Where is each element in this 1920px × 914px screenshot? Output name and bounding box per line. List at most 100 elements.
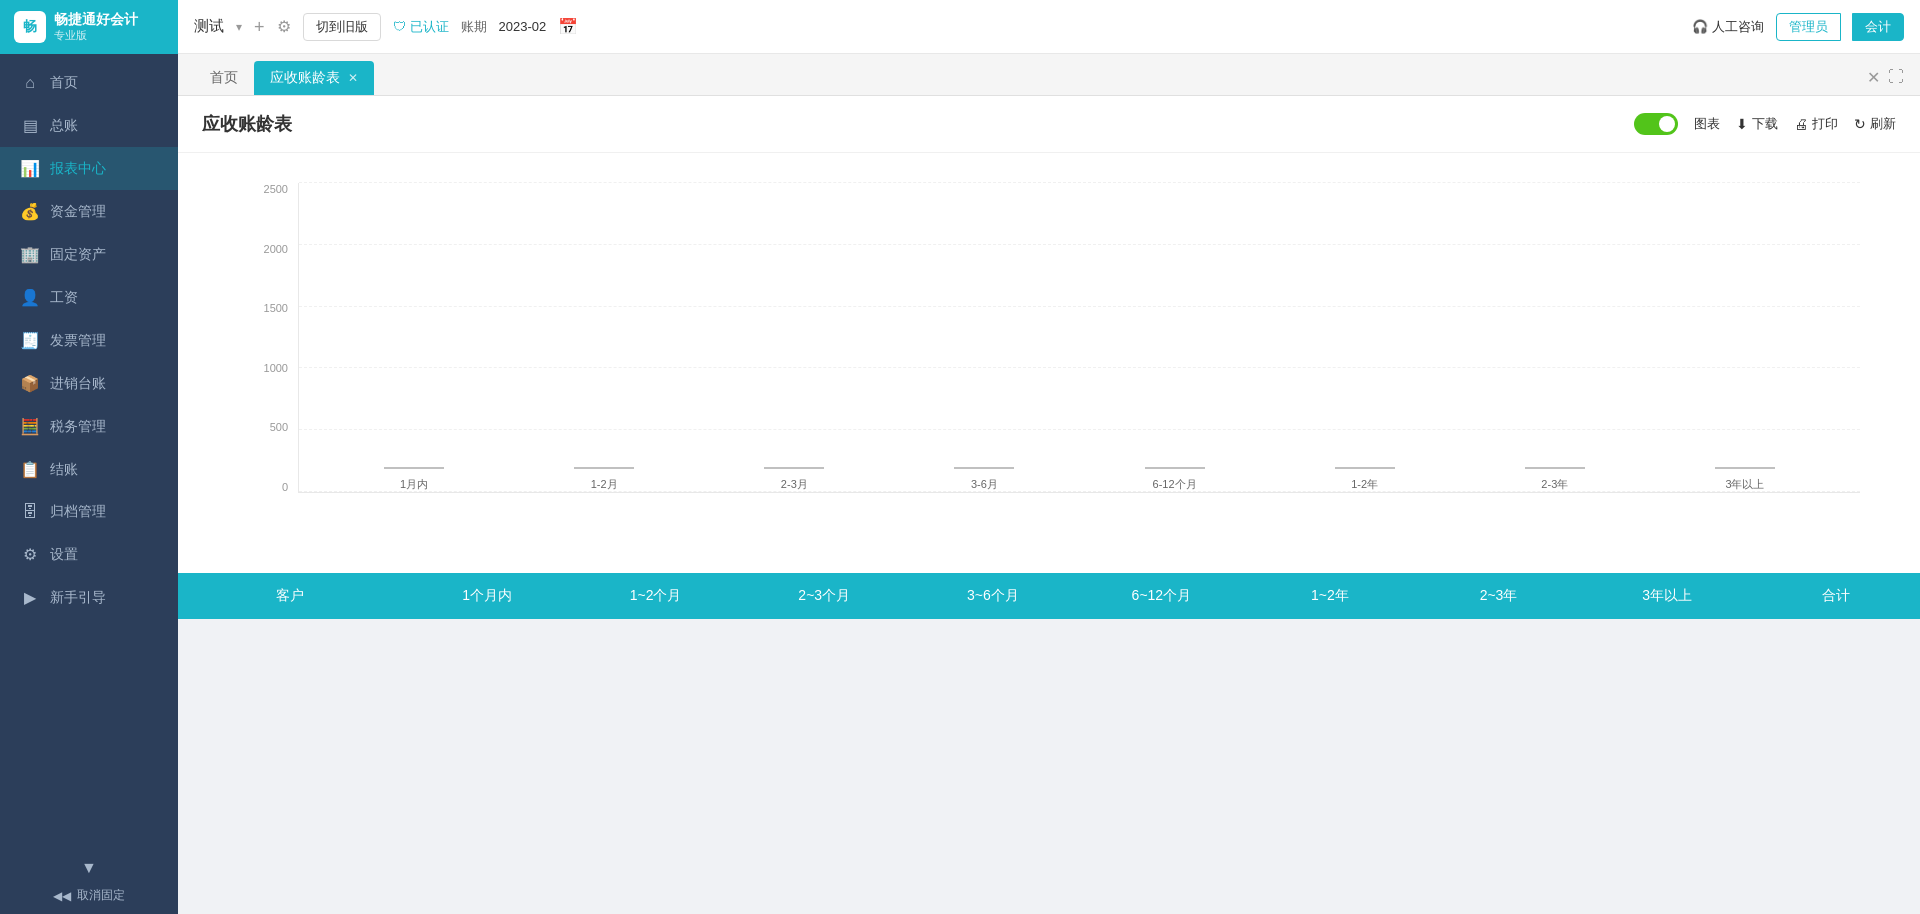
sidebar-item-label: 总账 [50, 117, 78, 135]
bar-group-1-2m: 1-2月 [509, 467, 699, 492]
sidebar-item-funds[interactable]: 💰 资金管理 [0, 190, 178, 233]
chart-area: 0 500 1000 1500 2000 2500 [178, 153, 1920, 573]
sidebar-item-label: 资金管理 [50, 203, 106, 221]
sidebar-item-closing[interactable]: 📋 结账 [0, 448, 178, 491]
sidebar-item-label: 固定资产 [50, 246, 106, 264]
sidebar-item-trading[interactable]: 📦 进销台账 [0, 362, 178, 405]
home-icon: ⌂ [20, 74, 40, 92]
sidebar-item-archive[interactable]: 🗄 归档管理 [0, 491, 178, 533]
scroll-down-arrow[interactable]: ▼ [77, 855, 101, 881]
th-3y-plus: 3年以上 [1583, 573, 1752, 619]
page-content: 应收账龄表 图表 ⬇ 下载 🖨 打印 ↻ 刷新 [178, 96, 1920, 914]
cancel-fixed-button[interactable]: ◀◀ 取消固定 [43, 881, 135, 910]
sidebar-item-home[interactable]: ⌂ 首页 [0, 62, 178, 104]
verified-text: 已认证 [410, 18, 449, 36]
y-label-1000: 1000 [248, 362, 288, 374]
bar-group-1-2y: 1-2年 [1270, 467, 1460, 492]
th-1-2m: 1~2个月 [571, 573, 740, 619]
bar-label-3-6m: 3-6月 [971, 477, 998, 492]
period-label: 账期 [461, 18, 487, 36]
assets-icon: 🏢 [20, 245, 40, 264]
sidebar-item-settings[interactable]: ⚙ 设置 [0, 533, 178, 576]
sidebar-item-label: 报表中心 [50, 160, 106, 178]
accountant-button[interactable]: 会计 [1852, 13, 1904, 41]
tab-ar-aging[interactable]: 应收账龄表 ✕ [254, 61, 374, 95]
sidebar-logo: 畅 畅捷通好会计 专业版 [0, 0, 178, 54]
period-value: 2023-02 [499, 19, 547, 34]
sidebar-item-assets[interactable]: 🏢 固定资产 [0, 233, 178, 276]
cancel-fixed-icon: ◀◀ [53, 889, 71, 903]
th-1-2y: 1~2年 [1246, 573, 1415, 619]
refresh-button[interactable]: ↻ 刷新 [1854, 115, 1896, 133]
ledger-icon: ▤ [20, 116, 40, 135]
sidebar-item-label: 归档管理 [50, 503, 106, 521]
tab-home[interactable]: 首页 [194, 61, 254, 95]
sidebar-item-label: 设置 [50, 546, 78, 564]
bar-group-2-3m: 2-3月 [699, 467, 889, 492]
th-2-3y: 2~3年 [1414, 573, 1583, 619]
archive-icon: 🗄 [20, 503, 40, 521]
download-icon: ⬇ [1736, 116, 1748, 132]
cancel-fixed-label: 取消固定 [77, 887, 125, 904]
sidebar-item-tax[interactable]: 🧮 税务管理 [0, 405, 178, 448]
download-button[interactable]: ⬇ 下载 [1736, 115, 1778, 133]
th-3-6m: 3~6个月 [909, 573, 1078, 619]
sidebar-item-guide[interactable]: ▶ 新手引导 [0, 576, 178, 619]
th-2-3m: 2~3个月 [740, 573, 909, 619]
topbar: 测试 ▾ + ⚙ 切到旧版 🛡 已认证 账期 2023-02 📅 🎧 人工咨询 … [178, 0, 1920, 54]
bar-3y-plus [1715, 467, 1775, 469]
admin-button[interactable]: 管理员 [1776, 13, 1841, 41]
bar-2-3y [1525, 467, 1585, 469]
y-axis: 0 500 1000 1500 2000 2500 [248, 183, 288, 493]
guide-icon: ▶ [20, 588, 40, 607]
sidebar-item-label: 新手引导 [50, 589, 106, 607]
sidebar: 畅 畅捷通好会计 专业版 ⌂ 首页 ▤ 总账 📊 报表中心 💰 资金管理 🏢 固… [0, 0, 178, 914]
app-name: 测试 [194, 17, 224, 36]
table-header: 客户 1个月内 1~2个月 2~3个月 3~6个月 6~12个月 1~2年 2~… [178, 573, 1920, 619]
sidebar-item-label: 工资 [50, 289, 78, 307]
th-1m: 1个月内 [403, 573, 572, 619]
bar-group-2-3y: 2-3年 [1460, 467, 1650, 492]
logo-name: 畅捷通好会计 [54, 11, 138, 28]
verified-badge: 🛡 已认证 [393, 18, 449, 36]
th-customer: 客户 [178, 573, 403, 619]
sidebar-item-wages[interactable]: 👤 工资 [0, 276, 178, 319]
bar-label-6-12m: 6-12个月 [1153, 477, 1197, 492]
bar-label-1-2m: 1-2月 [591, 477, 618, 492]
sidebar-item-ledger[interactable]: ▤ 总账 [0, 104, 178, 147]
chart-toggle[interactable] [1634, 113, 1678, 135]
bar-label-1m: 1月内 [400, 477, 428, 492]
sidebar-nav: ⌂ 首页 ▤ 总账 📊 报表中心 💰 资金管理 🏢 固定资产 👤 工资 🧾 发票… [0, 54, 178, 851]
expand-icon[interactable]: ⛶ [1888, 68, 1904, 87]
consult-label: 人工咨询 [1712, 18, 1764, 36]
chart-toggle-label: 图表 [1694, 115, 1720, 133]
bar-label-2-3m: 2-3月 [781, 477, 808, 492]
bar-2-3m [764, 467, 824, 469]
th-6-12m: 6~12个月 [1077, 573, 1246, 619]
th-total: 合计 [1751, 573, 1920, 619]
y-label-2500: 2500 [248, 183, 288, 195]
sidebar-item-label: 税务管理 [50, 418, 106, 436]
sidebar-item-reports[interactable]: 📊 报表中心 [0, 147, 178, 190]
tax-icon: 🧮 [20, 417, 40, 436]
sidebar-item-label: 首页 [50, 74, 78, 92]
sidebar-item-label: 结账 [50, 461, 78, 479]
bars-container: 1月内 1-2月 2-3月 [299, 183, 1860, 492]
funds-icon: 💰 [20, 202, 40, 221]
settings-icon[interactable]: ⚙ [277, 17, 291, 36]
close-window-icon[interactable]: ✕ [1867, 68, 1880, 87]
app-name-chevron[interactable]: ▾ [236, 20, 242, 34]
y-label-0: 0 [248, 481, 288, 493]
print-button[interactable]: 🖨 打印 [1794, 115, 1838, 133]
logo-icon: 畅 [14, 11, 46, 43]
refresh-icon: ↻ [1854, 116, 1866, 132]
sidebar-item-invoices[interactable]: 🧾 发票管理 [0, 319, 178, 362]
calendar-icon[interactable]: 📅 [558, 17, 578, 36]
report-header: 应收账龄表 图表 ⬇ 下载 🖨 打印 ↻ 刷新 [178, 96, 1920, 153]
old-version-button[interactable]: 切到旧版 [303, 13, 381, 41]
y-label-2000: 2000 [248, 243, 288, 255]
consult-button[interactable]: 🎧 人工咨询 [1692, 18, 1764, 36]
add-button[interactable]: + [254, 18, 265, 36]
bar-label-3y-plus: 3年以上 [1725, 477, 1764, 492]
tab-close-icon[interactable]: ✕ [348, 71, 358, 85]
